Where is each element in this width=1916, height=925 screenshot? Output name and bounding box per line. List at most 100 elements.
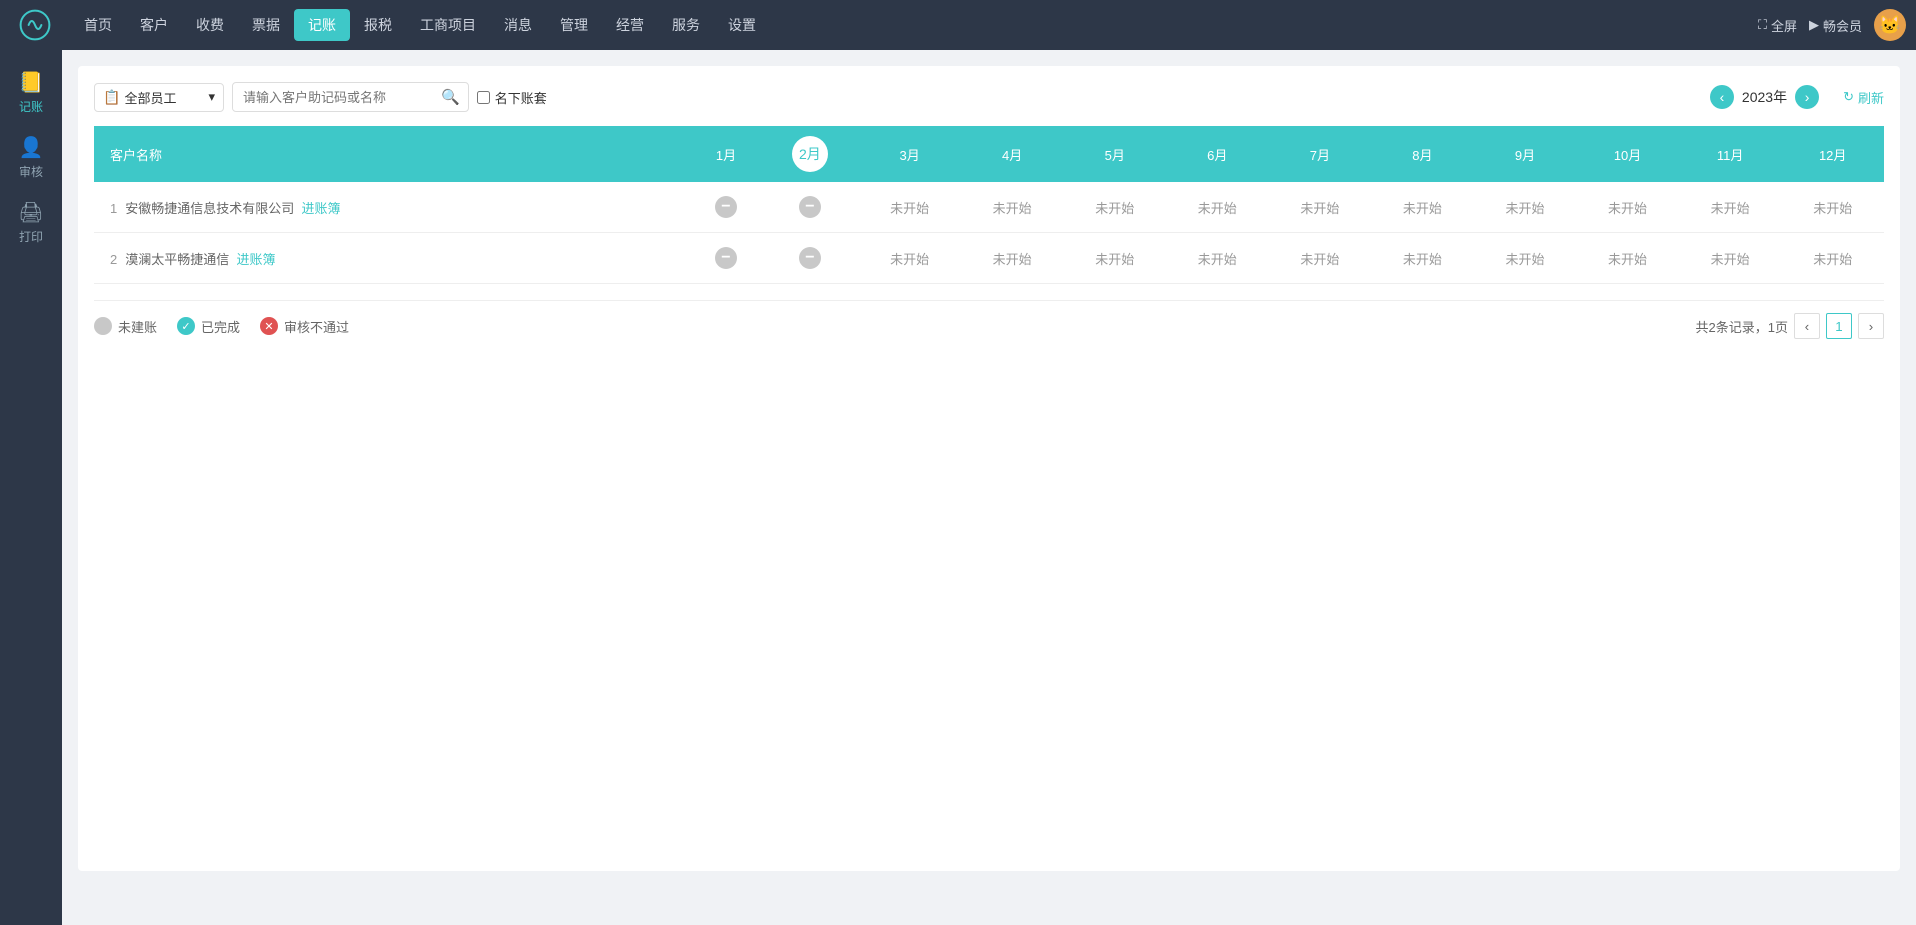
nav-item-settings[interactable]: 设置 [714,9,770,41]
nav-right: ⛶ 全屏 ▶ 畅会员 🐱 [1758,9,1906,41]
not-started-label: 未开始 [1198,201,1237,216]
legend-item-gray: 未建账 [94,317,157,336]
not-started-label: 未开始 [1198,252,1237,267]
company-name: 漠澜太平畅捷通信 [125,252,229,267]
nav-item-invoice[interactable]: 票据 [238,9,294,41]
col-header-month-3: 3月 [858,126,961,182]
not-started-label: 未开始 [1711,252,1750,267]
main-card: 📋 全部员工 ▾ 🔍 名下账套 ‹ 2023年 › [78,66,1900,871]
my-accounts-label: 名下账套 [495,88,547,107]
col-header-month-9: 9月 [1474,126,1577,182]
table-cell-month-4: 未开始 [961,233,1064,284]
employee-select-label: 全部员工 [124,88,176,107]
page-1-button[interactable]: 1 [1826,313,1852,339]
refresh-label: 刷新 [1858,88,1884,107]
refresh-button[interactable]: ↻ 刷新 [1843,88,1884,107]
nav-item-tax[interactable]: 报税 [350,9,406,41]
not-started-label: 未开始 [1505,201,1544,216]
table-cell-month-9: 未开始 [1474,233,1577,284]
legend-label: 未建账 [118,317,157,336]
pagination-info: 共2条记录，1页 [1696,317,1788,336]
not-started-label: 未开始 [1095,252,1134,267]
nav-item-manage[interactable]: 管理 [546,9,602,41]
not-started-label: 未开始 [1813,201,1852,216]
not-started-label: 未开始 [1300,252,1339,267]
table-row: 1 安徽畅捷通信息技术有限公司 进账簿 −− 未开始 未开始 未开始 未开始 未开始 未开始 未开… [94,182,1884,233]
table-cell-month-11: 未开始 [1679,182,1782,233]
top-navigation: 首页客户收费票据记账报税工商项目消息管理经营服务设置 ⛶ 全屏 ▶ 畅会员 🐱 [0,0,1916,50]
table-cell-company: 2 漠澜太平畅捷通信 进账簿 [94,233,691,284]
play-icon: ▶ [1809,17,1819,33]
table-container: 客户名称1月2月3月4月5月6月7月8月9月10月11月12月1安徽畅捷通信息技… [94,126,1884,284]
status-dash-icon: − [715,247,737,269]
member-button[interactable]: ▶ 畅会员 [1809,16,1862,35]
nav-item-service[interactable]: 服务 [658,9,714,41]
avatar[interactable]: 🐱 [1874,9,1906,41]
table-cell-month-3: 未开始 [858,233,961,284]
table-cell-month-4: 未开始 [961,182,1064,233]
my-accounts-checkbox-input[interactable] [477,91,490,104]
legend: 未建账✓已完成✕审核不通过 [94,317,349,336]
content-area: 📋 全部员工 ▾ 🔍 名下账套 ‹ 2023年 › [62,50,1916,925]
main-layout: 📒记账👤审核🖨打印 📋 全部员工 ▾ 🔍 名下账套 [0,50,1916,925]
sidebar-item-audit[interactable]: 👤审核 [0,125,62,190]
col-header-month-12: 12月 [1781,126,1884,182]
table-cell-month-5: 未开始 [1063,233,1166,284]
nav-menu: 首页客户收费票据记账报税工商项目消息管理经营服务设置 [70,9,1758,41]
status-dash-icon: − [799,247,821,269]
year-label: 2023年 [1742,87,1787,107]
table-cell-month-8: 未开始 [1371,233,1474,284]
sidebar: 📒记账👤审核🖨打印 [0,50,62,925]
col-header-month-7: 7月 [1269,126,1372,182]
sidebar-item-accounting[interactable]: 📒记账 [0,60,62,125]
row-number: 2 [110,252,117,267]
not-started-label: 未开始 [1300,201,1339,216]
nav-item-business[interactable]: 工商项目 [406,9,490,41]
prev-page-button[interactable]: ‹ [1794,313,1820,339]
next-page-button[interactable]: › [1858,313,1884,339]
not-started-label: 未开始 [1711,201,1750,216]
enter-ledger-link[interactable]: 进账簿 [301,201,340,216]
nav-item-operation[interactable]: 经营 [602,9,658,41]
employee-select[interactable]: 📋 全部员工 ▾ [94,83,224,112]
legend-label: 审核不通过 [284,317,349,336]
nav-item-customer[interactable]: 客户 [126,9,182,41]
not-started-label: 未开始 [890,201,929,216]
table-cell-month-6: 未开始 [1166,182,1269,233]
search-button[interactable]: 🔍 [433,83,468,111]
nav-item-accounting[interactable]: 记账 [294,9,350,41]
year-navigation: ‹ 2023年 › [1710,85,1819,109]
table-cell-month-3: 未开始 [858,182,961,233]
table-cell-month-6: 未开始 [1166,233,1269,284]
legend-item-red: ✕审核不通过 [260,317,349,336]
row-number: 1 [110,201,117,216]
pagination: 共2条记录，1页 ‹ 1 › [1696,313,1884,339]
table-cell-month-1: − [691,182,762,233]
legend-dot-teal: ✓ [177,317,195,335]
table-cell-month-2: − [761,182,858,233]
search-input[interactable] [233,85,433,110]
fullscreen-button[interactable]: ⛶ 全屏 [1758,16,1797,35]
page-footer: 未建账✓已完成✕审核不通过 共2条记录，1页 ‹ 1 › [94,300,1884,339]
nav-item-message[interactable]: 消息 [490,9,546,41]
nav-item-home[interactable]: 首页 [70,9,126,41]
col-header-month-6: 6月 [1166,126,1269,182]
col-header-month-1: 1月 [691,126,762,182]
logo[interactable] [10,9,60,41]
my-accounts-checkbox[interactable]: 名下账套 [477,88,547,107]
not-started-label: 未开始 [1095,201,1134,216]
sidebar-item-print[interactable]: 🖨打印 [0,190,62,255]
col-header-customer: 客户名称 [94,126,691,182]
search-box: 🔍 [232,82,469,112]
next-year-button[interactable]: › [1795,85,1819,109]
not-started-label: 未开始 [993,201,1032,216]
col-header-month-4: 4月 [961,126,1064,182]
company-name: 安徽畅捷通信息技术有限公司 [125,201,294,216]
not-started-label: 未开始 [993,252,1032,267]
enter-ledger-link[interactable]: 进账簿 [236,252,275,267]
nav-item-billing[interactable]: 收费 [182,9,238,41]
not-started-label: 未开始 [890,252,929,267]
prev-year-button[interactable]: ‹ [1710,85,1734,109]
not-started-label: 未开始 [1813,252,1852,267]
sidebar-label-print: 打印 [19,228,43,245]
